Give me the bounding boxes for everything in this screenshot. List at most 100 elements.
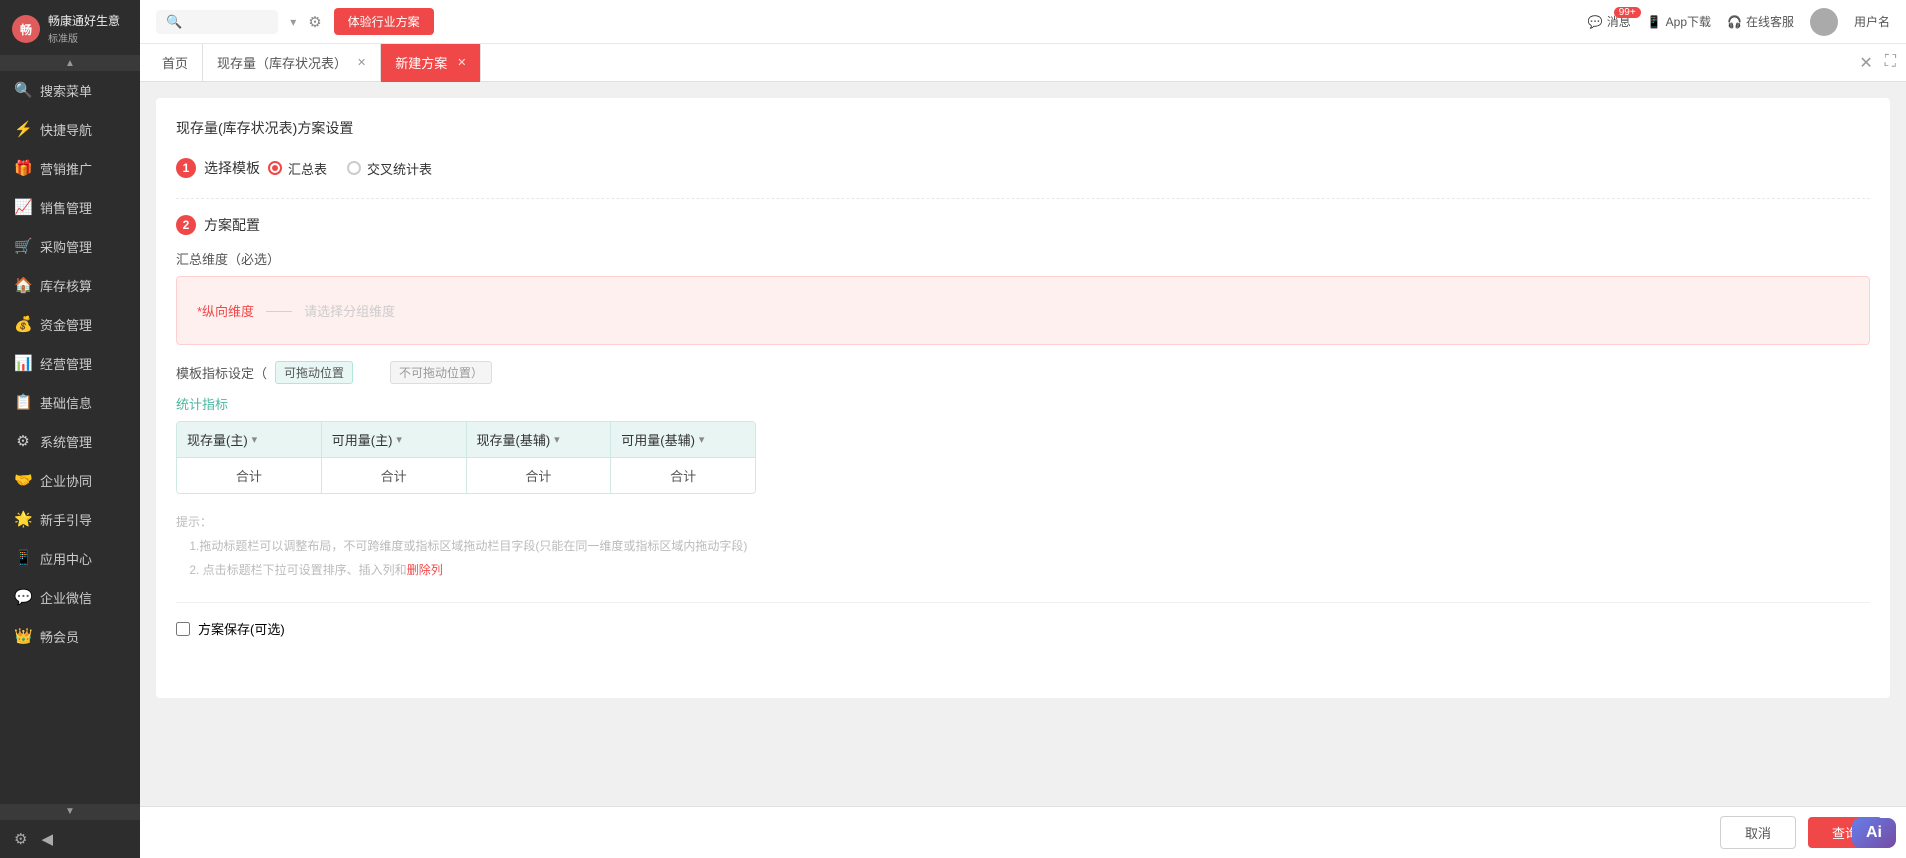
cancel-button[interactable]: 取消: [1720, 816, 1796, 849]
sidebar-item-purchase[interactable]: 🛒 采购管理: [0, 227, 140, 266]
ai-badge[interactable]: Ai: [1852, 818, 1896, 848]
tab-new-close[interactable]: ✕: [457, 56, 466, 69]
stats-col-4-dropdown[interactable]: ▾: [699, 433, 705, 446]
section-template: 1 选择模板 汇总表 交叉统计表: [176, 158, 1870, 178]
tip-label: 提示：: [176, 510, 1870, 534]
stats-cell-2: 合计: [322, 458, 467, 493]
sidebar-item-label: 畅会员: [40, 627, 79, 646]
stats-col-2-dropdown[interactable]: ▾: [396, 433, 402, 446]
tip-1: 1.拖动标题栏可以调整布局，不可跨维度或指标区域拖动栏目字段(只能在同一维度或指…: [176, 534, 1870, 558]
stats-table-row: 合计 合计 合计 合计: [177, 457, 755, 493]
service-icon: 🎧: [1727, 15, 1742, 29]
sidebar-item-label: 采购管理: [40, 237, 92, 256]
sidebar-item-label: 企业微信: [40, 588, 92, 607]
search-icon: 🔍: [14, 81, 32, 99]
tab-inventory[interactable]: 现存量（库存状况表） ✕: [203, 44, 381, 82]
sidebar-item-label: 新手引导: [40, 510, 92, 529]
sidebar-item-label: 企业协同: [40, 471, 92, 490]
sidebar-item-sales[interactable]: 📈 销售管理: [0, 188, 140, 227]
purchase-icon: 🛒: [14, 237, 32, 255]
sidebar-item-guide[interactable]: 🌟 新手引导: [0, 500, 140, 539]
stats-table: 现存量(主) ▾ 可用量(主) ▾ 现存量(基辅) ▾ 可用量(基辅): [176, 421, 756, 494]
stats-col-1-dropdown[interactable]: ▾: [252, 433, 258, 446]
collapse-footer-icon[interactable]: ◀: [41, 830, 53, 848]
sidebar-item-operations[interactable]: 📊 经营管理: [0, 344, 140, 383]
tab-home[interactable]: 首页: [148, 44, 203, 82]
member-icon: 👑: [14, 627, 32, 645]
main-content: 🔍 ▾ ⚙ 体验行业方案 💬 消息 99+ 📱 App下载 🎧 在线客服 用户名: [140, 0, 1906, 858]
sidebar-item-inventory[interactable]: 🏠 库存核算: [0, 266, 140, 305]
sidebar-item-label: 资金管理: [40, 315, 92, 334]
marketing-icon: 🎁: [14, 159, 32, 177]
sidebar-logo: 畅 畅康通好生意 标准版: [0, 0, 140, 56]
radio-cross-circle: [347, 161, 361, 175]
messages-button[interactable]: 💬 消息 99+: [1588, 13, 1631, 30]
stats-section-label: 统计指标: [176, 394, 1870, 413]
save-label: 方案保存(可选): [198, 619, 285, 638]
tag-fixed: 不可拖动位置）: [390, 361, 492, 384]
sidebar-item-search[interactable]: 🔍 搜索菜单: [0, 71, 140, 110]
online-service-button[interactable]: 🎧 在线客服: [1727, 13, 1794, 30]
dimension-required: *纵向维度: [197, 301, 254, 320]
tab-new-plan[interactable]: 新建方案 ✕: [381, 44, 481, 82]
radio-summary[interactable]: 汇总表: [268, 159, 327, 178]
quicknav-icon: ⚡: [14, 120, 32, 138]
app-download-button[interactable]: 📱 App下载: [1647, 13, 1711, 30]
stats-cell-4: 合计: [611, 458, 755, 493]
sidebar-footer: ⚙ ◀: [0, 819, 140, 858]
tab-close-btn[interactable]: ✕: [1857, 51, 1874, 75]
sales-icon: 📈: [14, 198, 32, 216]
sidebar-scroll-up[interactable]: ▲: [0, 56, 140, 71]
basic-info-icon: 📋: [14, 393, 32, 411]
sidebar-item-collab[interactable]: 🤝 企业协同: [0, 461, 140, 500]
settings-footer-icon[interactable]: ⚙: [14, 830, 27, 848]
messages-badge: 99+: [1614, 7, 1641, 18]
stats-table-header: 现存量(主) ▾ 可用量(主) ▾ 现存量(基辅) ▾ 可用量(基辅): [177, 422, 755, 457]
topbar-right: 💬 消息 99+ 📱 App下载 🎧 在线客服 用户名: [1588, 8, 1890, 36]
stats-col-3-label: 现存量(基辅): [477, 430, 551, 449]
wechat-icon: 💬: [14, 588, 32, 606]
search-input[interactable]: [188, 15, 268, 29]
sidebar-item-quicknav[interactable]: ⚡ 快捷导航: [0, 110, 140, 149]
dimension-placeholder[interactable]: 请选择分组维度: [304, 301, 395, 320]
tab-home-label: 首页: [162, 53, 188, 72]
sidebar-item-member[interactable]: 👑 畅会员: [0, 617, 140, 656]
dimension-section: 汇总维度（必选） *纵向维度 —— 请选择分组维度: [176, 249, 1870, 345]
sidebar-item-basic-info[interactable]: 📋 基础信息: [0, 383, 140, 422]
stats-col-4-label: 可用量(基辅): [621, 430, 695, 449]
sidebar-nav: 🔍 搜索菜单 ⚡ 快捷导航 🎁 营销推广 📈 销售管理 🛒 采购管理 🏠 库存核…: [0, 71, 140, 804]
tab-new-label: 新建方案: [395, 53, 447, 72]
stats-cell-3: 合计: [467, 458, 612, 493]
section2-label: 方案配置: [204, 215, 260, 235]
radio-cross[interactable]: 交叉统计表: [347, 159, 432, 178]
tab-inventory-close[interactable]: ✕: [357, 56, 366, 69]
page-title: 现存量(库存状况表)方案设置: [176, 118, 1870, 138]
tab-bar: 首页 现存量（库存状况表） ✕ 新建方案 ✕ ✕ ⛶: [140, 44, 1906, 82]
sidebar-item-system[interactable]: ⚙ 系统管理: [0, 422, 140, 461]
sidebar-item-wechat[interactable]: 💬 企业微信: [0, 578, 140, 617]
sidebar-item-label: 系统管理: [40, 432, 92, 451]
collab-icon: 🤝: [14, 471, 32, 489]
trial-button[interactable]: 体验行业方案: [334, 8, 434, 35]
radio-summary-circle: [268, 161, 282, 175]
tab-expand-btn[interactable]: ⛶: [1883, 51, 1898, 75]
finance-icon: 💰: [14, 315, 32, 333]
stats-col-4: 可用量(基辅) ▾: [611, 422, 755, 457]
tabbar-controls: ✕ ⛶: [1857, 51, 1898, 75]
tab-inventory-label: 现存量（库存状况表）: [217, 53, 347, 72]
sidebar-scroll-down[interactable]: ▼: [0, 804, 140, 819]
sidebar-item-finance[interactable]: 💰 资金管理: [0, 305, 140, 344]
settings-panel: 现存量(库存状况表)方案设置 1 选择模板 汇总表 交叉统计表: [156, 98, 1890, 698]
sidebar-item-marketing[interactable]: 🎁 营销推广: [0, 149, 140, 188]
topbar-search-box[interactable]: 🔍: [156, 10, 278, 34]
radio-summary-label: 汇总表: [288, 159, 327, 178]
stats-cell-1: 合计: [177, 458, 322, 493]
search-dropdown-icon[interactable]: ▾: [290, 15, 296, 29]
gear-icon-topbar[interactable]: ⚙: [308, 13, 321, 31]
save-checkbox[interactable]: [176, 622, 190, 636]
stats-col-3-dropdown[interactable]: ▾: [554, 433, 560, 446]
dimension-label: 汇总维度（必选）: [176, 249, 1870, 268]
section2-num: 2: [176, 215, 196, 235]
user-avatar[interactable]: [1810, 8, 1838, 36]
sidebar-item-appstore[interactable]: 📱 应用中心: [0, 539, 140, 578]
